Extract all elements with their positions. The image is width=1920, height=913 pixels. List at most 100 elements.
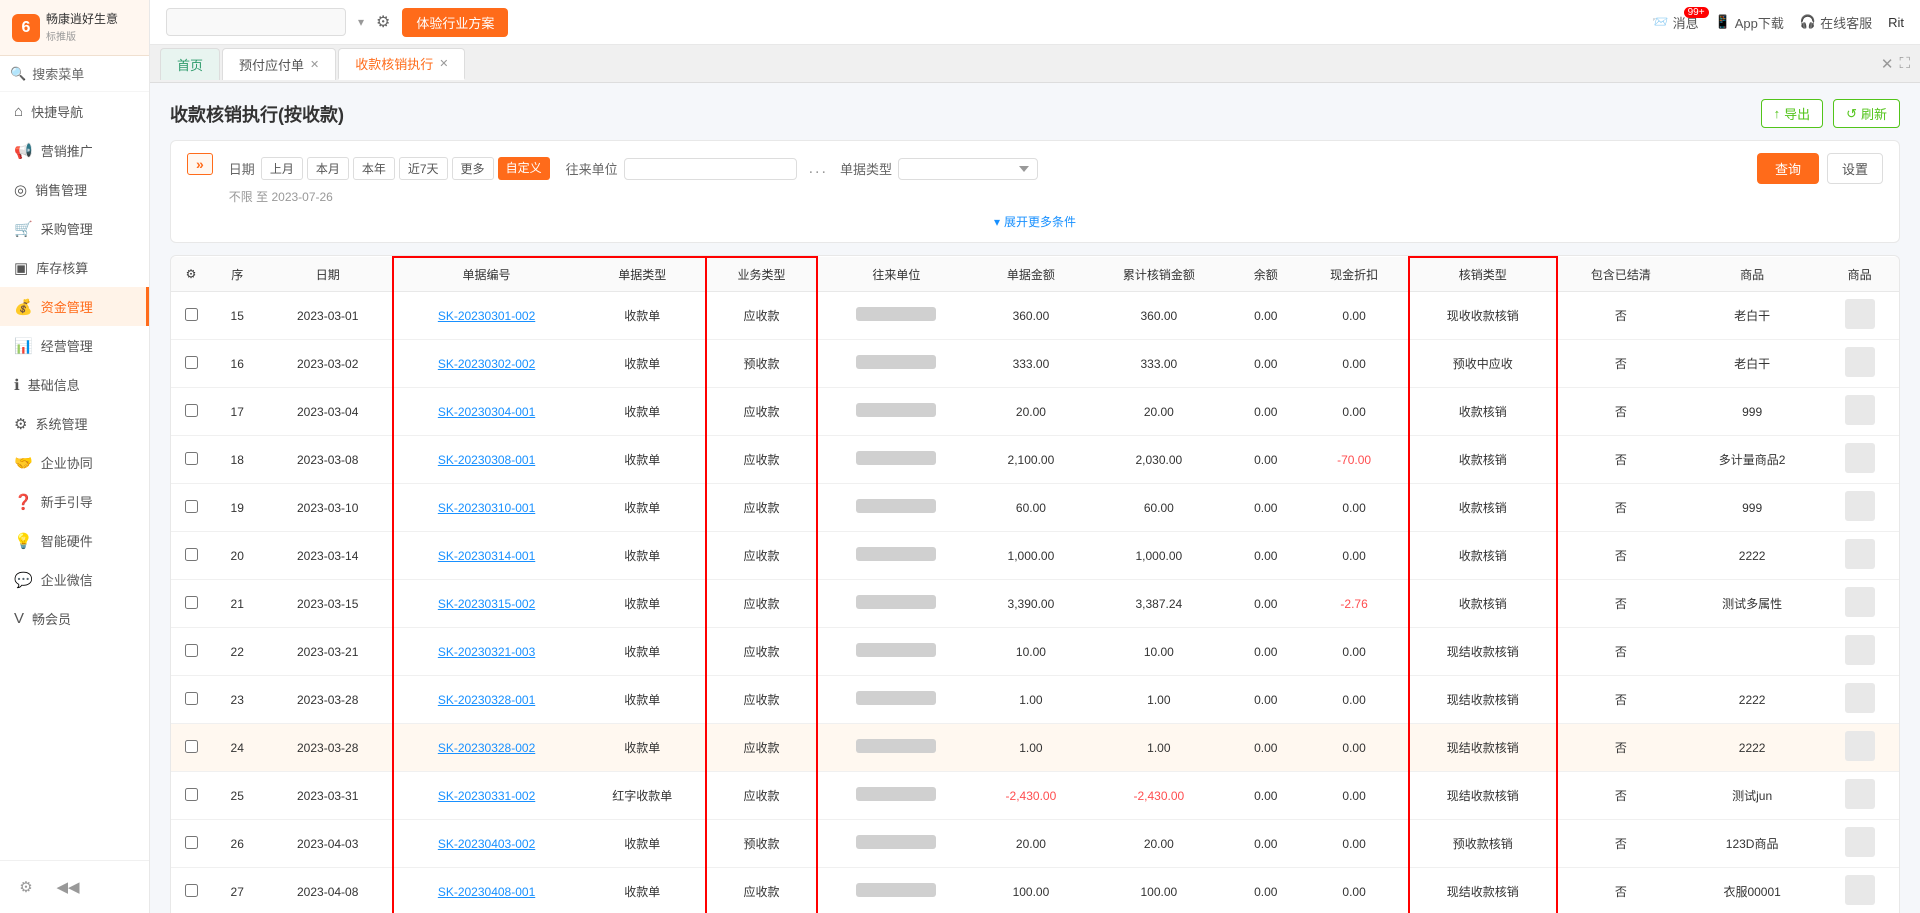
table-gear-icon[interactable]: ⚙ [186, 267, 197, 281]
row-checkbox[interactable] [185, 644, 198, 657]
topbar-app-download[interactable]: 📱 App下载 [1715, 13, 1784, 32]
cell-checkbox[interactable] [171, 388, 211, 436]
sidebar-item-enterprise[interactable]: 🤝 企业协同 [0, 443, 149, 482]
filter-date-more[interactable]: 更多 [452, 157, 494, 180]
cell-verify-amount: 2,030.00 [1087, 436, 1232, 484]
cell-checkbox[interactable] [171, 340, 211, 388]
sidebar-item-finance[interactable]: 💰 资金管理 [0, 287, 149, 326]
tabs-close-icon[interactable]: ✕ [1881, 55, 1894, 73]
tab-prepay-close-icon[interactable]: ✕ [310, 58, 319, 71]
settings-icon[interactable]: ⚙ [10, 871, 42, 903]
sidebar-item-basics[interactable]: ℹ 基础信息 [0, 365, 149, 404]
message-badge: 99+ [1684, 7, 1709, 18]
doc-no-link[interactable]: SK-20230304-001 [438, 405, 535, 419]
cell-checkbox[interactable] [171, 436, 211, 484]
row-checkbox[interactable] [185, 692, 198, 705]
row-checkbox[interactable] [185, 740, 198, 753]
filter-date-7days[interactable]: 近7天 [399, 157, 448, 180]
doc-no-link[interactable]: SK-20230403-002 [438, 837, 535, 851]
tabs-maximize-icon[interactable]: ⛶ [1899, 55, 1910, 72]
tab-receipt-verify-close-icon[interactable]: ✕ [439, 57, 448, 70]
filter-doctype-select[interactable] [898, 158, 1038, 180]
filter-date-this-year[interactable]: 本年 [353, 157, 395, 180]
sidebar-item-hardware[interactable]: 💡 智能硬件 [0, 521, 149, 560]
cell-counterparty [817, 436, 976, 484]
filter-query-button[interactable]: 查询 [1757, 153, 1819, 184]
doc-no-link[interactable]: SK-20230310-001 [438, 501, 535, 515]
sidebar-item-purchase[interactable]: 🛒 采购管理 [0, 209, 149, 248]
sidebar-item-sales[interactable]: ◎ 销售管理 [0, 170, 149, 209]
row-checkbox[interactable] [185, 500, 198, 513]
sidebar-item-marketing[interactable]: 📢 营销推广 [0, 131, 149, 170]
cell-checkbox[interactable] [171, 292, 211, 340]
filter-date-custom[interactable]: 自定义 [498, 157, 550, 180]
topbar-caret-icon[interactable]: ▾ [358, 15, 364, 29]
doc-no-link[interactable]: SK-20230328-001 [438, 693, 535, 707]
filter-counterparty-input[interactable] [624, 158, 797, 180]
collapse-icon[interactable]: ◀◀ [52, 871, 84, 903]
doc-no-link[interactable]: SK-20230321-003 [438, 645, 535, 659]
refresh-button[interactable]: ↺ 刷新 [1833, 99, 1900, 128]
doc-no-link[interactable]: SK-20230315-002 [438, 597, 535, 611]
row-checkbox[interactable] [185, 548, 198, 561]
row-checkbox[interactable] [185, 596, 198, 609]
cell-counterparty [817, 820, 976, 868]
cell-doc-amount: 20.00 [975, 388, 1086, 436]
tabs-bar: 首页 预付应付单 ✕ 收款核销执行 ✕ ✕ ⛶ [150, 45, 1920, 83]
tab-prepay[interactable]: 预付应付单 ✕ [222, 48, 336, 80]
row-checkbox[interactable] [185, 356, 198, 369]
cell-checkbox[interactable] [171, 484, 211, 532]
cell-checkbox[interactable] [171, 628, 211, 676]
cell-doc-amount: -2,430.00 [975, 772, 1086, 820]
doc-no-link[interactable]: SK-20230331-002 [438, 789, 535, 803]
filter-collapse-button[interactable]: » [187, 153, 213, 175]
export-button[interactable]: ↑ 导出 [1761, 99, 1824, 128]
row-checkbox[interactable] [185, 884, 198, 897]
filter-date-last-month[interactable]: 上月 [261, 157, 303, 180]
cell-checkbox[interactable] [171, 724, 211, 772]
doc-no-link[interactable]: SK-20230302-002 [438, 357, 535, 371]
row-checkbox[interactable] [185, 788, 198, 801]
tab-receipt-verify[interactable]: 收款核销执行 ✕ [338, 48, 465, 80]
cell-balance: 0.00 [1231, 484, 1300, 532]
cell-doc-amount: 100.00 [975, 868, 1086, 913]
industry-solution-button[interactable]: 体验行业方案 [402, 8, 508, 37]
cell-checkbox[interactable] [171, 676, 211, 724]
doc-no-link[interactable]: SK-20230328-002 [438, 741, 535, 755]
filter-expand-row[interactable]: ▾ 展开更多条件 [187, 213, 1883, 230]
sidebar-item-quick-nav[interactable]: ⌂ 快捷导航 [0, 92, 149, 131]
doc-no-link[interactable]: SK-20230314-001 [438, 549, 535, 563]
topbar-search-input[interactable] [166, 8, 346, 36]
cell-checkbox[interactable] [171, 772, 211, 820]
sidebar-item-wechat[interactable]: 💬 企业微信 [0, 560, 149, 599]
doc-no-link[interactable]: SK-20230301-002 [438, 309, 535, 323]
doc-no-link[interactable]: SK-20230408-001 [438, 885, 535, 899]
cell-seq: 20 [211, 532, 263, 580]
cell-checkbox[interactable] [171, 532, 211, 580]
sidebar-item-operations[interactable]: 📊 经营管理 [0, 326, 149, 365]
cell-checkbox[interactable] [171, 868, 211, 913]
topbar-messages[interactable]: 📨 消息 99+ [1652, 13, 1698, 32]
table-scroll[interactable]: ⚙ 序 日期 单据编号 单据类型 业务类型 往来单位 单据金额 累计核销金额 余… [171, 256, 1899, 913]
cell-goods: 测试jun [1684, 772, 1820, 820]
sidebar-item-member[interactable]: V 畅会员 [0, 599, 149, 638]
topbar-gear-icon[interactable]: ⚙ [376, 12, 390, 32]
tab-home[interactable]: 首页 [160, 48, 220, 80]
filter-date-this-month[interactable]: 本月 [307, 157, 349, 180]
data-table: ⚙ 序 日期 单据编号 单据类型 业务类型 往来单位 单据金额 累计核销金额 余… [171, 256, 1899, 913]
sidebar-search[interactable]: 🔍 搜索菜单 [0, 56, 149, 92]
topbar-online-service[interactable]: 🎧 在线客服 [1800, 13, 1872, 32]
sidebar-item-guide[interactable]: ❓ 新手引导 [0, 482, 149, 521]
th-gear[interactable]: ⚙ [171, 257, 211, 292]
cell-checkbox[interactable] [171, 580, 211, 628]
doc-no-link[interactable]: SK-20230308-001 [438, 453, 535, 467]
sidebar-item-system[interactable]: ⚙ 系统管理 [0, 404, 149, 443]
row-checkbox[interactable] [185, 308, 198, 321]
row-checkbox[interactable] [185, 452, 198, 465]
cell-checkbox[interactable] [171, 820, 211, 868]
topbar-username[interactable]: Rit [1888, 15, 1904, 30]
sidebar-item-inventory[interactable]: ▣ 库存核算 [0, 248, 149, 287]
row-checkbox[interactable] [185, 404, 198, 417]
filter-settings-button[interactable]: 设置 [1827, 153, 1883, 184]
row-checkbox[interactable] [185, 836, 198, 849]
